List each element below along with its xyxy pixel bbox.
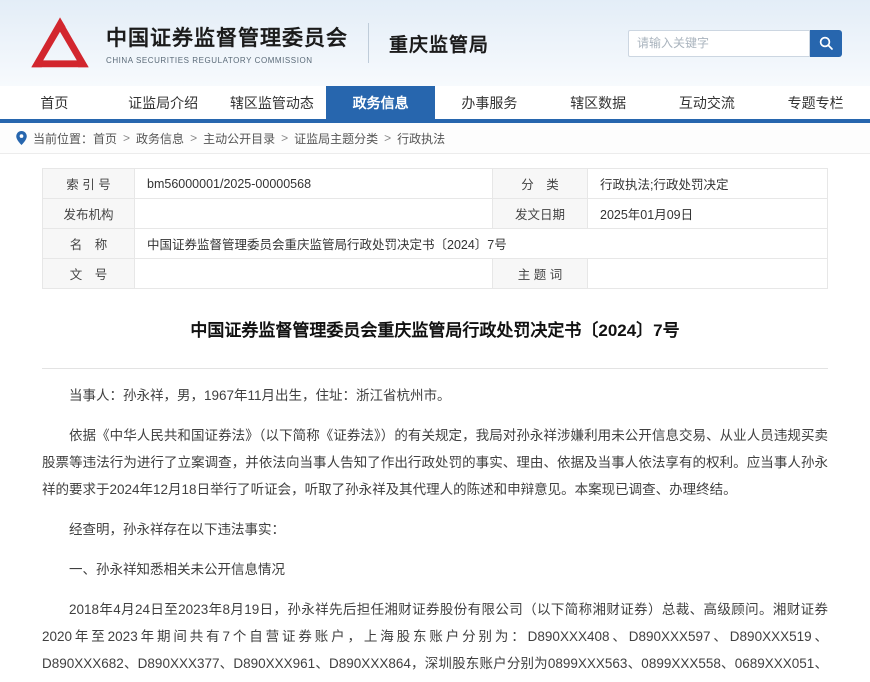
nav-item-special-topics[interactable]: 专题专栏 — [761, 86, 870, 119]
document-body: 当事人：孙永祥，男，1967年11月出生，住址：浙江省杭州市。 依据《中华人民共… — [42, 382, 828, 682]
breadcrumb-prefix: 当前位置： — [33, 130, 93, 147]
org-name-en: CHINA SECURITIES REGULATORY COMMISSION — [106, 56, 348, 65]
meta-label-doc-number: 文 号 — [43, 259, 135, 289]
nav-item-services[interactable]: 办事服务 — [435, 86, 544, 119]
document-title: 中国证券监督管理委员会重庆监管局行政处罚决定书〔2024〕7号 — [42, 316, 828, 341]
meta-row: 名 称 中国证券监督管理委员会重庆监管局行政处罚决定书〔2024〕7号 — [43, 229, 828, 259]
meta-value-subject-words — [588, 259, 828, 289]
search-input[interactable] — [628, 30, 810, 57]
brand-divider — [368, 23, 369, 63]
brand-text: 中国证券监督管理委员会 CHINA SECURITIES REGULATORY … — [106, 22, 348, 65]
nav-item-interaction[interactable]: 互动交流 — [653, 86, 762, 119]
breadcrumb: 当前位置： 首页 > 政务信息 > 主动公开目录 > 证监局主题分类 > 行政执… — [0, 123, 870, 154]
meta-row: 索 引 号 bm56000001/2025-00000568 分 类 行政执法;… — [43, 169, 828, 199]
meta-row: 发布机构 发文日期 2025年01月09日 — [43, 199, 828, 229]
title-separator — [42, 368, 828, 369]
csrc-logo-icon — [28, 15, 92, 71]
nav-item-bureau-intro[interactable]: 证监局介绍 — [109, 86, 218, 119]
search-button[interactable] — [810, 30, 842, 57]
breadcrumb-administrative-enforcement[interactable]: 行政执法 — [397, 130, 445, 147]
meta-label-title: 名 称 — [43, 229, 135, 259]
site-brand[interactable]: 中国证券监督管理委员会 CHINA SECURITIES REGULATORY … — [28, 15, 489, 71]
doc-paragraph-findings-intro: 经查明，孙永祥存在以下违法事实： — [42, 516, 828, 543]
doc-paragraph-section-heading: 一、孙永祥知悉相关未公开信息情况 — [42, 556, 828, 583]
doc-paragraph-party: 当事人：孙永祥，男，1967年11月出生，住址：浙江省杭州市。 — [42, 382, 828, 409]
meta-value-title: 中国证券监督管理委员会重庆监管局行政处罚决定书〔2024〕7号 — [135, 229, 828, 259]
magnifier-icon — [818, 35, 834, 51]
nav-item-regulatory-updates[interactable]: 辖区监管动态 — [218, 86, 327, 119]
breadcrumb-separator: > — [384, 131, 391, 145]
nav-item-government-info[interactable]: 政务信息 — [326, 86, 435, 119]
nav-item-home[interactable]: 首页 — [0, 86, 109, 119]
main-content: 索 引 号 bm56000001/2025-00000568 分 类 行政执法;… — [0, 154, 870, 682]
meta-row: 文 号 主 题 词 — [43, 259, 828, 289]
meta-value-category: 行政执法;行政处罚决定 — [588, 169, 828, 199]
nav-item-jurisdiction-data[interactable]: 辖区数据 — [544, 86, 653, 119]
doc-paragraph-facts: 2018年4月24日至2023年8月19日，孙永祥先后担任湘财证券股份有限公司（… — [42, 596, 828, 682]
branch-name: 重庆监管局 — [389, 30, 489, 57]
org-name: 中国证券监督管理委员会 — [106, 22, 348, 52]
site-header: 中国证券监督管理委员会 CHINA SECURITIES REGULATORY … — [0, 0, 870, 86]
location-pin-icon — [16, 131, 27, 145]
meta-value-index-number: bm56000001/2025-00000568 — [135, 169, 493, 199]
breadcrumb-separator: > — [281, 131, 288, 145]
meta-value-doc-number — [135, 259, 493, 289]
breadcrumb-separator: > — [190, 131, 197, 145]
breadcrumb-open-directory[interactable]: 主动公开目录 — [203, 130, 275, 147]
breadcrumb-separator: > — [123, 131, 130, 145]
meta-label-category: 分 类 — [493, 169, 588, 199]
meta-value-publisher — [135, 199, 493, 229]
breadcrumb-government-info[interactable]: 政务信息 — [136, 130, 184, 147]
meta-label-index-number: 索 引 号 — [43, 169, 135, 199]
breadcrumb-topic-classification[interactable]: 证监局主题分类 — [294, 130, 378, 147]
meta-label-issue-date: 发文日期 — [493, 199, 588, 229]
doc-paragraph-basis: 依据《中华人民共和国证券法》（以下简称《证券法》）的有关规定，我局对孙永祥涉嫌利… — [42, 422, 828, 503]
search-box — [628, 30, 842, 57]
meta-label-subject-words: 主 题 词 — [493, 259, 588, 289]
meta-label-publisher: 发布机构 — [43, 199, 135, 229]
main-nav: 首页 证监局介绍 辖区监管动态 政务信息 办事服务 辖区数据 互动交流 专题专栏 — [0, 86, 870, 123]
meta-value-issue-date: 2025年01月09日 — [588, 199, 828, 229]
document-meta-table: 索 引 号 bm56000001/2025-00000568 分 类 行政执法;… — [42, 168, 828, 289]
breadcrumb-home[interactable]: 首页 — [93, 130, 117, 147]
